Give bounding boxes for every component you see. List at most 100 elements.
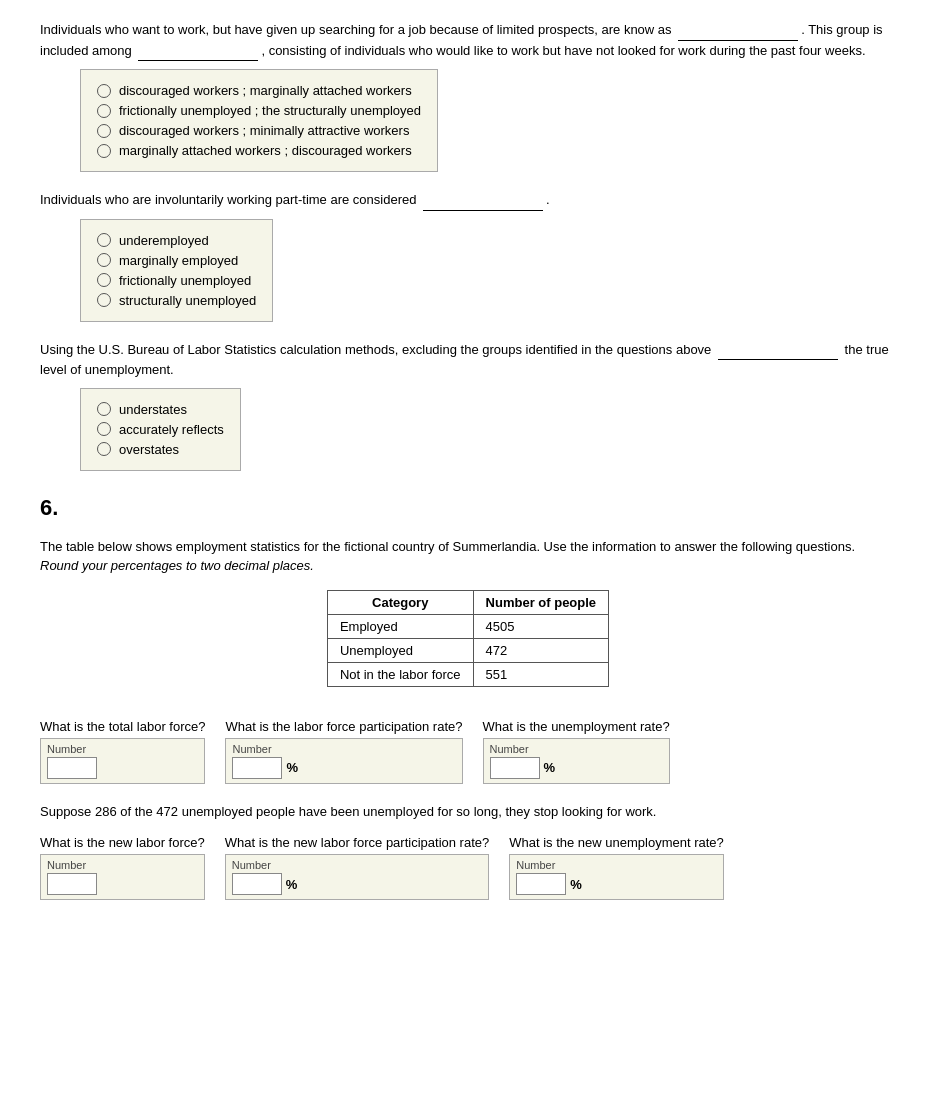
q2-option-1[interactable]: underemployed [97, 233, 256, 248]
new-participation-rate-field-row: % [232, 873, 482, 895]
question-3: Using the U.S. Bureau of Labor Statistic… [40, 340, 896, 471]
row-1-number: 4505 [473, 614, 609, 638]
section-6-intro-text: The table below shows employment statist… [40, 539, 855, 554]
row-2-number: 472 [473, 638, 609, 662]
number-label-1: Number [47, 743, 198, 755]
new-unemployment-rate-field-row: % [516, 873, 717, 895]
q2-radio-4[interactable] [97, 293, 111, 307]
q3-text: Using the U.S. Bureau of Labor Statistic… [40, 340, 896, 380]
q3-radio-3[interactable] [97, 442, 111, 456]
new-labor-force-field-row [47, 873, 198, 895]
number-label-6: Number [516, 859, 717, 871]
labor-force-input[interactable] [47, 757, 97, 779]
row-1-category: Employed [327, 614, 473, 638]
question-2: Individuals who are involuntarily workin… [40, 190, 896, 322]
labor-force-field-row [47, 757, 198, 779]
q1-blank1 [678, 20, 798, 41]
new-labor-force-input-group: Number [40, 854, 205, 900]
q1-radio-4[interactable] [97, 144, 111, 158]
new-participation-rate-input-group: Number % [225, 854, 489, 900]
table-row: Not in the labor force 551 [327, 662, 608, 686]
q2-option-3-label: frictionally unemployed [119, 273, 251, 288]
q1-option-4[interactable]: marginally attached workers ; discourage… [97, 143, 421, 158]
row-2-category: Unemployed [327, 638, 473, 662]
col-header-category: Category [327, 590, 473, 614]
q1-text: Individuals who want to work, but have g… [40, 20, 896, 61]
number-label-2: Number [232, 743, 455, 755]
q1-option-2-label: frictionally unemployed ; the structural… [119, 103, 421, 118]
section-6-content: The table below shows employment statist… [40, 537, 896, 901]
q2-option-2-label: marginally employed [119, 253, 238, 268]
pct-symbol-4: % [570, 877, 582, 892]
question-1: Individuals who want to work, but have g… [40, 20, 896, 172]
new-unemployment-rate-input[interactable] [516, 873, 566, 895]
participation-rate-input-group: Number % [225, 738, 462, 784]
q3-blank1 [718, 340, 838, 361]
q2-blank1 [423, 190, 543, 211]
q2-radio-1[interactable] [97, 233, 111, 247]
pct-symbol-1: % [286, 760, 298, 775]
new-labor-force-input[interactable] [47, 873, 97, 895]
col-header-number: Number of people [473, 590, 609, 614]
q1-option-3[interactable]: discouraged workers ; minimally attracti… [97, 123, 421, 138]
q-unemployment-rate-label: What is the unemployment rate? [483, 719, 670, 734]
q3-option-1-label: understates [119, 402, 187, 417]
section-6-intro-italic: Round your percentages to two decimal pl… [40, 558, 314, 573]
q1-radio-3[interactable] [97, 124, 111, 138]
new-unemployment-rate-input-group: Number % [509, 854, 724, 900]
participation-rate-input[interactable] [232, 757, 282, 779]
q2-radio-3[interactable] [97, 273, 111, 287]
new-participation-rate-input[interactable] [232, 873, 282, 895]
q1-option-4-label: marginally attached workers ; discourage… [119, 143, 412, 158]
unemployment-rate-field-row: % [490, 757, 663, 779]
row-3-number: 551 [473, 662, 609, 686]
table-header-row: Category Number of people [327, 590, 608, 614]
q1-option-2[interactable]: frictionally unemployed ; the structural… [97, 103, 421, 118]
first-questions-row: What is the total labor force? Number Wh… [40, 719, 896, 784]
q-participation-rate: What is the labor force participation ra… [225, 719, 462, 784]
q-new-labor-force: What is the new labor force? Number [40, 835, 205, 900]
q1-option-1[interactable]: discouraged workers ; marginally attache… [97, 83, 421, 98]
table-wrapper: Category Number of people Employed 4505 … [40, 590, 896, 705]
q3-radio-2[interactable] [97, 422, 111, 436]
row-3-category: Not in the labor force [327, 662, 473, 686]
q2-option-4-label: structurally unemployed [119, 293, 256, 308]
q2-option-4[interactable]: structurally unemployed [97, 293, 256, 308]
number-label-3: Number [490, 743, 663, 755]
q2-option-1-label: underemployed [119, 233, 209, 248]
q1-radio-2[interactable] [97, 104, 111, 118]
table-row: Unemployed 472 [327, 638, 608, 662]
q-labor-force-label: What is the total labor force? [40, 719, 205, 734]
q3-option-3[interactable]: overstates [97, 442, 224, 457]
q-participation-rate-label: What is the labor force participation ra… [225, 719, 462, 734]
q-new-participation-rate-label: What is the new labor force participatio… [225, 835, 489, 850]
employment-table: Category Number of people Employed 4505 … [327, 590, 609, 687]
second-questions-row: What is the new labor force? Number What… [40, 835, 896, 900]
unemployment-rate-input-group: Number % [483, 738, 670, 784]
q3-option-2[interactable]: accurately reflects [97, 422, 224, 437]
suppose-text: Suppose 286 of the 472 unemployed people… [40, 802, 896, 822]
q3-option-2-label: accurately reflects [119, 422, 224, 437]
q2-options-box: underemployed marginally employed fricti… [80, 219, 273, 322]
q3-option-1[interactable]: understates [97, 402, 224, 417]
q2-option-3[interactable]: frictionally unemployed [97, 273, 256, 288]
q-new-participation-rate: What is the new labor force participatio… [225, 835, 489, 900]
number-label-4: Number [47, 859, 198, 871]
number-label-5: Number [232, 859, 482, 871]
q3-radio-1[interactable] [97, 402, 111, 416]
q1-option-3-label: discouraged workers ; minimally attracti… [119, 123, 409, 138]
pct-symbol-2: % [544, 760, 556, 775]
participation-rate-field-row: % [232, 757, 455, 779]
labor-force-input-group: Number [40, 738, 205, 784]
q2-radio-2[interactable] [97, 253, 111, 267]
q3-options-box: understates accurately reflects overstat… [80, 388, 241, 471]
section-6-intro: The table below shows employment statist… [40, 537, 896, 576]
q-new-unemployment-rate: What is the new unemployment rate? Numbe… [509, 835, 724, 900]
q-new-unemployment-rate-label: What is the new unemployment rate? [509, 835, 724, 850]
q1-radio-1[interactable] [97, 84, 111, 98]
unemployment-rate-input[interactable] [490, 757, 540, 779]
q1-blank2 [138, 41, 258, 62]
pct-symbol-3: % [286, 877, 298, 892]
q2-option-2[interactable]: marginally employed [97, 253, 256, 268]
q2-text: Individuals who are involuntarily workin… [40, 190, 896, 211]
